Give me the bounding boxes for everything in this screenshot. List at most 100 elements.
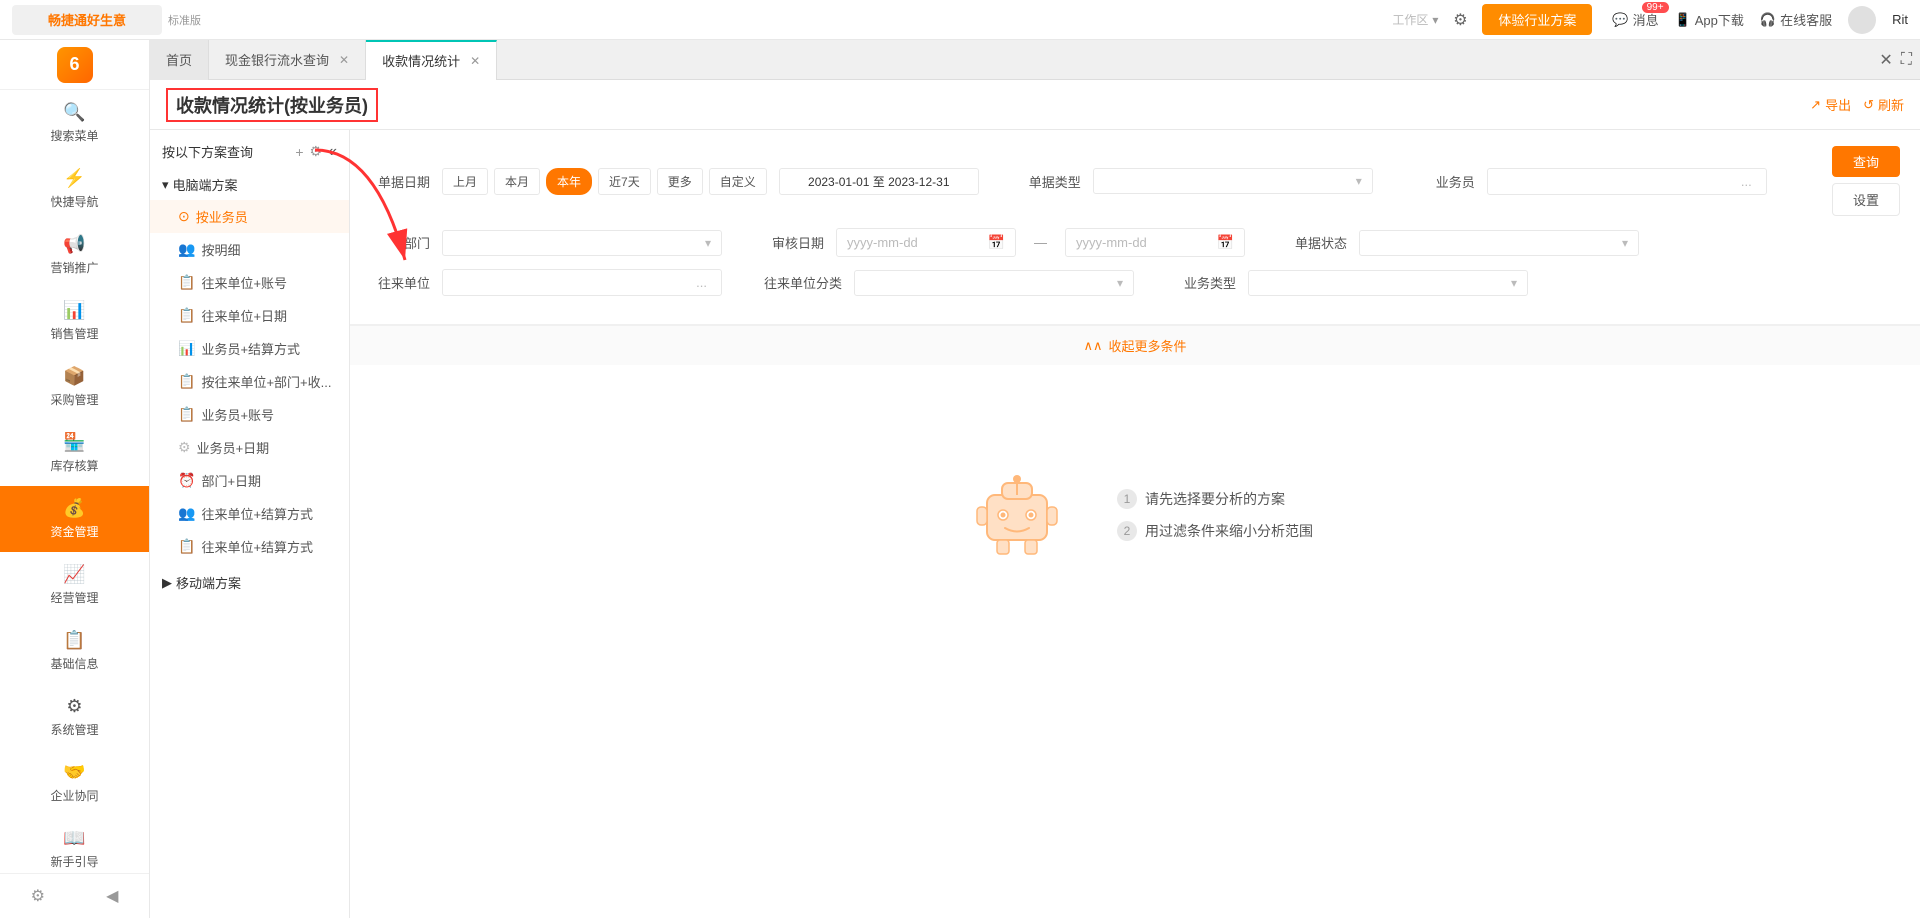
page-header-actions: ↗ 导出 ↺ 刷新 xyxy=(1810,95,1904,114)
customer-select[interactable]: ... xyxy=(442,269,722,296)
date-buttons-group: 上月 本月 本年 近7天 更多 自定义 xyxy=(442,168,767,195)
dept-select[interactable]: ▾ xyxy=(442,230,722,256)
tab-home[interactable]: 首页 xyxy=(150,40,209,80)
tab-receipt-stat-close[interactable]: ✕ xyxy=(470,54,480,68)
sidebar-item-sales[interactable]: 📊 销售管理 xyxy=(0,288,149,354)
customer-dept-icon: 📋 xyxy=(178,373,195,390)
sidebar-item-finance[interactable]: 💰 资金管理 xyxy=(0,486,149,552)
date-btn-last-month[interactable]: 上月 xyxy=(442,168,488,195)
biz-type-select[interactable]: ▾ xyxy=(1248,270,1528,296)
sidebar-item-operations[interactable]: 📈 经营管理 xyxy=(0,552,149,618)
customer-type-label: 往来单位分类 xyxy=(764,273,842,292)
sidebar-item-search[interactable]: 🔍 搜索菜单 xyxy=(0,90,149,156)
left-panel-header-icons: + ⚙ « xyxy=(295,143,337,161)
settings-gear-icon[interactable]: ⚙ xyxy=(1446,6,1474,34)
sidebar-settings-icon[interactable]: ⚙ xyxy=(31,886,45,906)
tab-bank-flow-close[interactable]: ✕ xyxy=(339,53,349,67)
sidebar-item-purchase[interactable]: 📦 采购管理 xyxy=(0,354,149,420)
top-bar: 畅捷通好生意 标准版 工作区 ▾ ⚙ 体验行业方案 💬 消息 99+ 📱 App… xyxy=(0,0,1920,40)
voucher-status-label: 单据状态 xyxy=(1287,233,1347,252)
add-scheme-icon[interactable]: + xyxy=(295,144,303,160)
salesman-label: 业务员 xyxy=(1415,172,1475,191)
customer-type-arrow-icon: ▾ xyxy=(1117,276,1123,290)
tree-section-mobile: ▶ 移动端方案 xyxy=(150,567,349,598)
sidebar: 6 🔍 搜索菜单 ⚡ 快捷导航 📢 营销推广 📊 销售管理 📦 采购管理 🏪 库… xyxy=(0,40,150,918)
salesman-select[interactable]: ... xyxy=(1487,168,1767,195)
date-btn-custom[interactable]: 自定义 xyxy=(709,168,767,195)
voucher-status-arrow-icon: ▾ xyxy=(1622,236,1628,250)
calendar-to-icon: 📅 xyxy=(1217,234,1234,251)
tree-child-customer-account[interactable]: 📋 往来单位+账号 xyxy=(150,266,349,299)
tree-child-salesman-account[interactable]: 📋 业务员+账号 xyxy=(150,398,349,431)
sidebar-item-enterprise[interactable]: 🤝 企业协同 xyxy=(0,750,149,816)
finance-icon: 💰 xyxy=(63,498,85,519)
workspace-dropdown-icon[interactable]: ▾ xyxy=(1432,13,1438,27)
sidebar-item-quick-nav[interactable]: ⚡ 快捷导航 xyxy=(0,156,149,222)
detail-icon: 👥 xyxy=(178,241,195,258)
tree-child-customer-dept[interactable]: 📋 按往来单位+部门+收... xyxy=(150,365,349,398)
review-date-from[interactable]: yyyy-mm-dd 📅 xyxy=(836,228,1016,257)
workspace-text: 工作区 xyxy=(1392,11,1428,28)
dept-arrow-icon: ▾ xyxy=(705,236,711,250)
online-service-btn[interactable]: 🎧 在线客服 xyxy=(1760,10,1832,29)
tree-child-customer-settlement1[interactable]: 👥 往来单位+结算方式 xyxy=(150,497,349,530)
empty-state-icon xyxy=(957,455,1077,575)
dept-label: 部门 xyxy=(370,233,430,252)
trial-btn[interactable]: 体验行业方案 xyxy=(1482,4,1592,35)
export-btn[interactable]: ↗ 导出 xyxy=(1810,95,1851,114)
tab-bank-flow[interactable]: 现金银行流水查询 ✕ xyxy=(209,40,366,80)
tab-receipt-stat[interactable]: 收款情况统计 ✕ xyxy=(366,40,497,80)
guide-icon: 📖 xyxy=(63,828,85,849)
refresh-btn[interactable]: ↺ 刷新 xyxy=(1863,95,1904,114)
tree-parent-pc[interactable]: ▾ 电脑端方案 xyxy=(150,169,349,200)
collapse-bar[interactable]: ∧∧ 收起更多条件 xyxy=(350,325,1920,365)
sidebar-item-guide[interactable]: 📖 新手引导 xyxy=(0,816,149,873)
customer-settlement2-icon: 📋 xyxy=(178,538,195,555)
message-badge: 99+ xyxy=(1642,2,1669,13)
app-download-btn[interactable]: 📱 App下载 xyxy=(1675,10,1744,29)
filter-area: 单据日期 上月 本月 本年 近7天 更多 自定义 2023-01-01 至 20… xyxy=(350,130,1920,325)
page-header: 收款情况统计(按业务员) ↗ 导出 ↺ 刷新 xyxy=(150,80,1920,130)
sidebar-item-marketing[interactable]: 📢 营销推广 xyxy=(0,222,149,288)
message-icon: 💬 xyxy=(1612,12,1628,28)
message-btn[interactable]: 💬 消息 99+ xyxy=(1612,10,1658,29)
tree-parent-mobile[interactable]: ▶ 移动端方案 xyxy=(150,567,349,598)
sidebar-collapse-icon[interactable]: ◀ xyxy=(106,886,118,906)
empty-tips: 1 请先选择要分析的方案 2 用过滤条件来缩小分析范围 xyxy=(1117,489,1313,541)
date-btn-last-7-days[interactable]: 近7天 xyxy=(598,168,651,195)
close-window-icon[interactable]: ✕ xyxy=(1879,50,1892,70)
empty-tip-2: 2 用过滤条件来缩小分析范围 xyxy=(1117,521,1313,541)
voucher-type-select[interactable]: ▾ xyxy=(1093,168,1373,194)
date-btn-more[interactable]: 更多 xyxy=(657,168,703,195)
date-btn-this-year[interactable]: 本年 xyxy=(546,168,592,195)
search-icon: 🔍 xyxy=(63,102,85,123)
tree-child-customer-date[interactable]: 📋 往来单位+日期 xyxy=(150,299,349,332)
tree-child-customer-settlement2[interactable]: 📋 往来单位+结算方式 xyxy=(150,530,349,563)
app-logo: 畅捷通好生意 xyxy=(12,5,162,35)
sidebar-item-inventory[interactable]: 🏪 库存核算 xyxy=(0,420,149,486)
tree-child-salesman-settlement[interactable]: 📊 业务员+结算方式 xyxy=(150,332,349,365)
left-panel: 按以下方案查询 + ⚙ « ▾ 电脑端方案 ⊙ 按业务员 👥 xyxy=(150,130,350,918)
scheme-settings-icon[interactable]: ⚙ xyxy=(310,143,323,160)
filter-row-3: 往来单位 ... 往来单位分类 ▾ 业务类型 ▾ xyxy=(370,269,1900,296)
collapse-panel-icon[interactable]: « xyxy=(328,143,337,161)
tab-bar-controls: ✕ ⛶ xyxy=(1879,40,1920,80)
date-range-display: 2023-01-01 至 2023-12-31 xyxy=(779,168,979,195)
tree-child-by-detail[interactable]: 👥 按明细 xyxy=(150,233,349,266)
date-btn-this-month[interactable]: 本月 xyxy=(494,168,540,195)
voucher-status-select[interactable]: ▾ xyxy=(1359,230,1639,256)
tree-child-by-salesman[interactable]: ⊙ 按业务员 xyxy=(150,200,349,233)
sidebar-item-system[interactable]: ⚙ 系统管理 xyxy=(0,684,149,750)
customer-label: 往来单位 xyxy=(370,273,430,292)
filter-row-1: 单据日期 上月 本月 本年 近7天 更多 自定义 2023-01-01 至 20… xyxy=(370,146,1900,216)
sales-icon: 📊 xyxy=(63,300,85,321)
customer-type-select[interactable]: ▾ xyxy=(854,270,1134,296)
setting-btn[interactable]: 设置 xyxy=(1832,183,1900,216)
query-btn[interactable]: 查询 xyxy=(1832,146,1900,177)
user-avatar[interactable] xyxy=(1848,6,1876,34)
tree-child-salesman-date[interactable]: ⚙ 业务员+日期 xyxy=(150,431,349,464)
tree-child-dept-date[interactable]: ⏰ 部门+日期 xyxy=(150,464,349,497)
expand-window-icon[interactable]: ⛶ xyxy=(1901,51,1912,69)
review-date-to[interactable]: yyyy-mm-dd 📅 xyxy=(1065,228,1245,257)
sidebar-item-basic-info[interactable]: 📋 基础信息 xyxy=(0,618,149,684)
